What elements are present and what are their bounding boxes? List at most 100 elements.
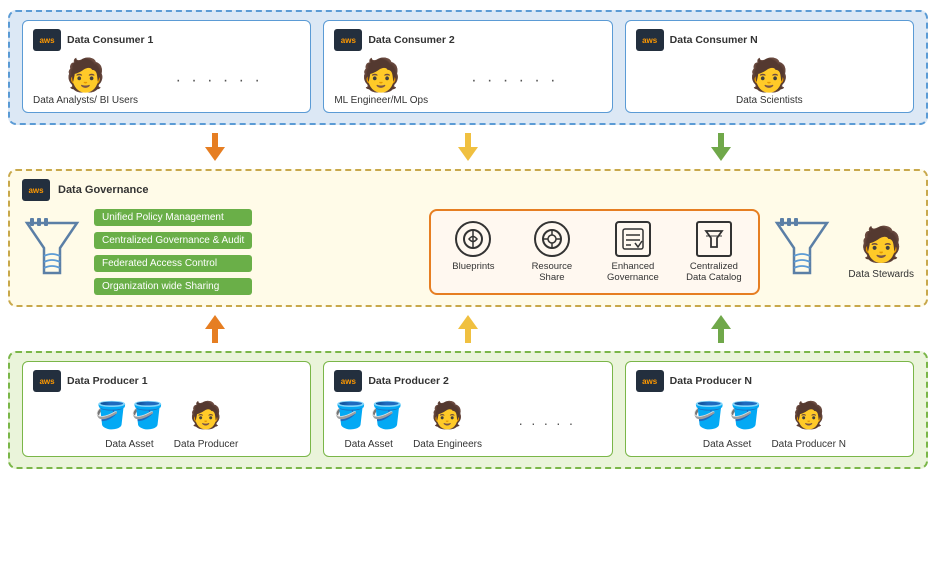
consumer-2-header: aws Data Consumer 2 [334, 29, 454, 51]
gov-funnel-icon [22, 218, 82, 286]
data-stewards-group: 🧑 Data Stewards [848, 225, 914, 280]
consumer-1-dots: · · · · · · [138, 72, 300, 90]
governance-header: aws Data Governance [22, 179, 914, 201]
aws-badge-consumer-1: aws [33, 29, 61, 51]
diagram-wrapper: aws Data Consumer 1 🧑 Data Analysts/ BI … [8, 10, 928, 469]
consumer-n-title: Data Consumer N [670, 34, 758, 46]
gov-icon-blueprints: Blueprints [443, 221, 503, 272]
bucket-icon-nb: 🪣 [729, 400, 761, 431]
consumer-2-user-label: ML Engineer/ML Ops [334, 95, 428, 106]
producer-2-asset-group: 🪣 🪣 Data Asset [334, 400, 403, 450]
consumer-2-dots: · · · · · · [428, 72, 602, 90]
bucket-icon-1b: 🪣 [131, 400, 163, 431]
producer-n-user-group: 🧑 Data Producer N [771, 400, 845, 450]
producer-n-asset-group: 🪣 🪣 Data Asset [693, 400, 762, 450]
policy-item-2: Federated Access Control [94, 255, 252, 272]
arrow-up-1 [205, 315, 225, 343]
consumers-section: aws Data Consumer 1 🧑 Data Analysts/ BI … [8, 10, 928, 125]
gov-icon-data-catalog: Centralized Data Catalog [681, 221, 746, 283]
resource-share-icon [534, 221, 570, 257]
bucket-icon-2a: 🪣 [334, 400, 366, 431]
bucket-icon-1a: 🪣 [95, 400, 127, 431]
arrow-down-1 [205, 133, 225, 161]
producer-n-user-label: Data Producer N [771, 439, 845, 450]
producer-box-1: aws Data Producer 1 🪣 🪣 Data Asset 🧑 Dat… [22, 361, 311, 457]
producer-2-header: aws Data Producer 2 [334, 370, 449, 392]
gov-center-icons: Blueprints [443, 221, 746, 283]
arrow-up-2 [458, 315, 478, 343]
producer-n-title: Data Producer N [670, 375, 752, 387]
blueprints-icon [455, 221, 491, 257]
arrow-down-3 [711, 133, 731, 161]
producer-n-asset-label: Data Asset [703, 439, 751, 450]
producer-box-n: aws Data Producer N 🪣 🪣 Data Asset 🧑 Dat… [625, 361, 914, 457]
producer-1-asset-label: Data Asset [105, 439, 153, 450]
policy-list: Unified Policy Management Centralized Go… [94, 209, 252, 295]
gov-left-panel: Unified Policy Management Centralized Go… [22, 209, 417, 295]
aws-badge-producer-n: aws [636, 370, 664, 392]
governance-title: Data Governance [58, 184, 148, 196]
consumer-n-user-label: Data Scientists [736, 95, 803, 106]
producer-2-person-icon: 🧑 [431, 400, 463, 431]
gov-right-panel: 🧑 Data Stewards [772, 218, 914, 286]
producer-box-2: aws Data Producer 2 🪣 🪣 Data Asset 🧑 Dat… [323, 361, 612, 457]
consumer-box-n: aws Data Consumer N 🧑 Data Scientists [625, 20, 914, 113]
producer-1-person-icon: 🧑 [190, 400, 222, 431]
producers-inner: aws Data Producer 1 🪣 🪣 Data Asset 🧑 Dat… [22, 361, 914, 457]
enhanced-governance-icon [615, 221, 651, 257]
producer-n-icons: 🪣 🪣 Data Asset 🧑 Data Producer N [693, 400, 846, 450]
data-catalog-label: Centralized Data Catalog [681, 261, 746, 283]
producer-2-user-label: Data Engineers [413, 439, 482, 450]
producer-n-person-icon: 🧑 [793, 400, 825, 431]
gov-icon-enhanced-governance: Enhanced Governance [600, 221, 665, 283]
bucket-icon-2b: 🪣 [371, 400, 403, 431]
governance-inner: Unified Policy Management Centralized Go… [22, 209, 914, 295]
producer-2-buckets: 🪣 🪣 [334, 400, 403, 431]
bucket-icon-na: 🪣 [693, 400, 725, 431]
producer-n-header: aws Data Producer N [636, 370, 752, 392]
policy-item-0: Unified Policy Management [94, 209, 252, 226]
producer-2-asset-label: Data Asset [345, 439, 393, 450]
aws-badge-governance: aws [22, 179, 50, 201]
aws-badge-producer-1: aws [33, 370, 61, 392]
blueprints-label: Blueprints [452, 261, 494, 272]
data-stewards-icon: 🧑 [860, 225, 902, 265]
consumer-2-person-icon: 🧑 [361, 59, 401, 91]
data-stewards-label: Data Stewards [848, 269, 914, 280]
consumer-n-person-icon: 🧑 [749, 59, 789, 91]
consumer-1-header: aws Data Consumer 1 [33, 29, 153, 51]
gov-right-funnel-icon [772, 218, 832, 286]
consumer-1-user-label: Data Analysts/ BI Users [33, 95, 138, 106]
aws-badge-consumer-n: aws [636, 29, 664, 51]
arrows-up-row [8, 315, 928, 343]
producer-1-asset-group: 🪣 🪣 Data Asset [95, 400, 164, 450]
arrow-down-2 [458, 133, 478, 161]
producers-section: aws Data Producer 1 🪣 🪣 Data Asset 🧑 Dat… [8, 351, 928, 469]
producer-2-content: 🪣 🪣 Data Asset 🧑 Data Engineers · · · · … [334, 400, 601, 450]
producer-1-user-group: 🧑 Data Producer [174, 400, 238, 450]
consumer-2-title: Data Consumer 2 [368, 34, 454, 46]
producer-1-user-label: Data Producer [174, 439, 238, 450]
producer-1-icons: 🪣 🪣 Data Asset 🧑 Data Producer [95, 400, 238, 450]
producer-1-buckets: 🪣 🪣 [95, 400, 164, 431]
policy-item-3: Organization wide Sharing [94, 278, 252, 295]
producer-2-user-group: 🧑 Data Engineers [413, 400, 482, 450]
consumer-n-header: aws Data Consumer N [636, 29, 758, 51]
arrow-up-3 [711, 315, 731, 343]
gov-icon-resource-share: Resource Share [519, 221, 584, 283]
consumers-inner: aws Data Consumer 1 🧑 Data Analysts/ BI … [22, 20, 914, 113]
policy-item-1: Centralized Governance & Audit [94, 232, 252, 249]
producer-2-title: Data Producer 2 [368, 375, 449, 387]
consumer-box-1: aws Data Consumer 1 🧑 Data Analysts/ BI … [22, 20, 311, 113]
aws-badge-consumer-2: aws [334, 29, 362, 51]
producer-1-title: Data Producer 1 [67, 375, 148, 387]
arrows-down-row [8, 133, 928, 161]
consumer-1-person-icon: 🧑 [66, 59, 106, 91]
enhanced-governance-label: Enhanced Governance [600, 261, 665, 283]
gov-center-panel: Blueprints [429, 209, 760, 295]
producer-1-header: aws Data Producer 1 [33, 370, 148, 392]
aws-badge-producer-2: aws [334, 370, 362, 392]
producer-2-dots: · · · · · [492, 415, 602, 431]
consumer-box-2: aws Data Consumer 2 🧑 ML Engineer/ML Ops… [323, 20, 612, 113]
governance-section: aws Data Governance [8, 169, 928, 307]
